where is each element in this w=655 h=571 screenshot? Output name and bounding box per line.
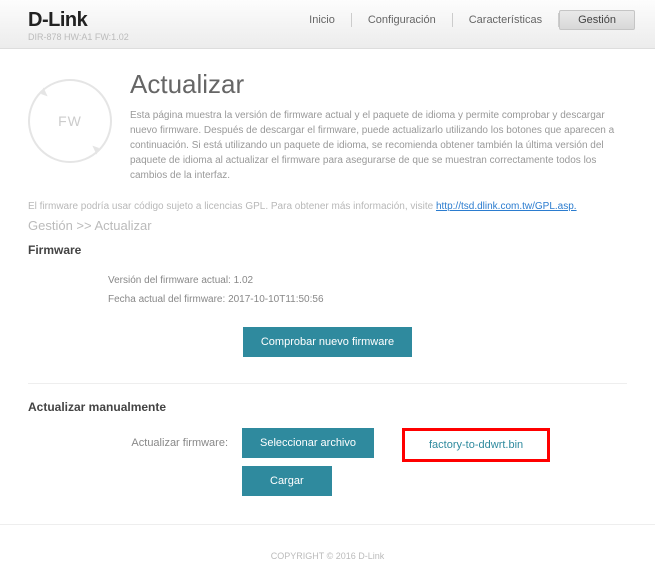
- select-file-button[interactable]: Seleccionar archivo: [242, 428, 374, 458]
- gpl-link[interactable]: http://tsd.dlink.com.tw/GPL.asp.: [436, 201, 577, 212]
- firmware-icon-label: FW: [58, 113, 82, 129]
- footer-copyright: COPYRIGHT © 2016 D-Link: [0, 524, 655, 571]
- content-area: FW Actualizar Esta página muestra la ver…: [0, 49, 655, 233]
- manual-heading: Actualizar manualmente: [28, 400, 627, 414]
- model-label: DIR-878 HW:A1 FW:1.02: [28, 32, 129, 42]
- firmware-section: Firmware Versión del firmware actual: 1.…: [0, 233, 655, 377]
- breadcrumb: Gestión >> Actualizar: [28, 218, 627, 233]
- nav-configuracion[interactable]: Configuración: [352, 10, 452, 30]
- page-description: Esta página muestra la versión de firmwa…: [130, 108, 627, 183]
- brand-logo: D-Link: [28, 10, 129, 30]
- manual-update-section: Actualizar manualmente Actualizar firmwa…: [0, 390, 655, 506]
- top-nav: Inicio Configuración Características Ges…: [293, 10, 635, 30]
- selected-file-name: factory-to-ddwrt.bin: [402, 428, 550, 462]
- brand-block: D-Link DIR-878 HW:A1 FW:1.02: [28, 10, 129, 42]
- firmware-date-label: Fecha actual del firmware:: [108, 294, 225, 305]
- check-firmware-button[interactable]: Comprobar nuevo firmware: [243, 327, 412, 357]
- firmware-date-row: Fecha actual del firmware: 2017-10-10T11…: [108, 290, 627, 309]
- nav-gestion[interactable]: Gestión: [559, 10, 635, 30]
- section-divider: [28, 383, 627, 384]
- firmware-icon: FW: [28, 79, 112, 163]
- firmware-date-value: 2017-10-10T11:50:56: [228, 294, 323, 305]
- hero-row: FW Actualizar Esta página muestra la ver…: [28, 61, 627, 183]
- refresh-arrow-icon: [92, 141, 105, 154]
- manual-buttons: Seleccionar archivo Cargar: [242, 428, 374, 496]
- gpl-note: El firmware podría usar código sujeto a …: [28, 201, 627, 212]
- page-title: Actualizar: [130, 69, 627, 100]
- header-bar: D-Link DIR-878 HW:A1 FW:1.02 Inicio Conf…: [0, 0, 655, 49]
- hero-text: Actualizar Esta página muestra la versió…: [130, 61, 627, 183]
- gpl-note-text: El firmware podría usar código sujeto a …: [28, 201, 433, 212]
- manual-firmware-label: Actualizar firmware:: [28, 428, 228, 449]
- upload-button[interactable]: Cargar: [242, 466, 332, 496]
- nav-caracteristicas[interactable]: Características: [453, 10, 558, 30]
- firmware-version-value: 1.02: [234, 275, 253, 286]
- check-firmware-row: Comprobar nuevo firmware: [28, 327, 627, 357]
- refresh-arrow-icon: [34, 87, 47, 100]
- firmware-heading: Firmware: [28, 243, 627, 257]
- nav-inicio[interactable]: Inicio: [293, 10, 351, 30]
- firmware-version-label: Versión del firmware actual:: [108, 275, 231, 286]
- manual-row: Actualizar firmware: Seleccionar archivo…: [28, 428, 627, 496]
- firmware-version-row: Versión del firmware actual: 1.02: [108, 271, 627, 290]
